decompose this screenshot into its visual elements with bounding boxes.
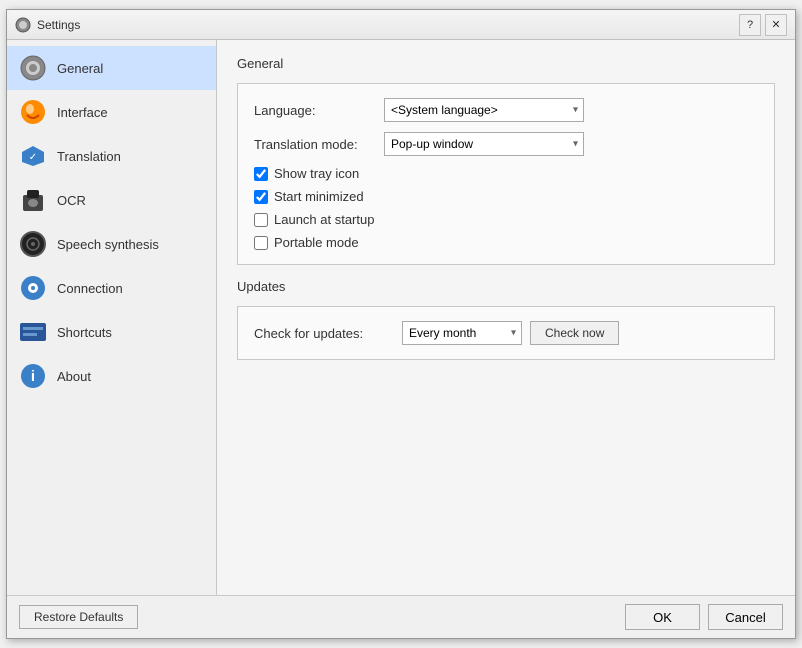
- window-controls: ? ✕: [739, 14, 787, 36]
- portable-mode-row: Portable mode: [254, 235, 758, 250]
- launch-at-startup-checkbox[interactable]: [254, 213, 268, 227]
- ok-button[interactable]: OK: [625, 604, 700, 630]
- portable-mode-label[interactable]: Portable mode: [274, 235, 359, 250]
- translation-mode-label: Translation mode:: [254, 137, 384, 152]
- close-button[interactable]: ✕: [765, 14, 787, 36]
- language-label: Language:: [254, 103, 384, 118]
- speech-icon: [19, 230, 47, 258]
- settings-window: Settings ? ✕ General: [6, 9, 796, 639]
- show-tray-icon-row: Show tray icon: [254, 166, 758, 181]
- svg-text:i: i: [31, 368, 35, 385]
- check-frequency-select[interactable]: Every month: [402, 321, 522, 345]
- cancel-button[interactable]: Cancel: [708, 604, 783, 630]
- translation-icon: ✓: [19, 142, 47, 170]
- help-button[interactable]: ?: [739, 14, 761, 36]
- sidebar-item-about[interactable]: i About: [7, 354, 216, 398]
- sidebar-item-ocr[interactable]: OCR: [7, 178, 216, 222]
- start-minimized-checkbox[interactable]: [254, 190, 268, 204]
- title-bar: Settings ? ✕: [7, 10, 795, 40]
- shortcuts-icon: [19, 318, 47, 346]
- start-minimized-label[interactable]: Start minimized: [274, 189, 364, 204]
- start-minimized-row: Start minimized: [254, 189, 758, 204]
- translation-mode-select-wrapper: Pop-up window: [384, 132, 584, 156]
- sidebar-label-speech: Speech synthesis: [57, 237, 159, 252]
- sidebar-label-interface: Interface: [57, 105, 108, 120]
- check-frequency-select-wrapper: Every month: [402, 321, 522, 345]
- content-area: General Interface ✓: [7, 40, 795, 595]
- restore-defaults-button[interactable]: Restore Defaults: [19, 605, 138, 629]
- portable-mode-checkbox[interactable]: [254, 236, 268, 250]
- interface-icon: [19, 98, 47, 126]
- sidebar-item-speech-synthesis[interactable]: Speech synthesis: [7, 222, 216, 266]
- check-for-updates-row: Check for updates: Every month Check now: [254, 321, 758, 345]
- connection-icon: [19, 274, 47, 302]
- check-now-button[interactable]: Check now: [530, 321, 619, 345]
- svg-text:✓: ✓: [29, 152, 37, 163]
- sidebar-label-general: General: [57, 61, 103, 76]
- sidebar-label-about: About: [57, 369, 91, 384]
- sidebar-item-connection[interactable]: Connection: [7, 266, 216, 310]
- updates-section-title: Updates: [237, 279, 775, 294]
- about-icon: i: [19, 362, 47, 390]
- translation-mode-select[interactable]: Pop-up window: [384, 132, 584, 156]
- sidebar-item-general[interactable]: General: [7, 46, 216, 90]
- launch-startup-row: Launch at startup: [254, 212, 758, 227]
- sidebar-label-ocr: OCR: [57, 193, 86, 208]
- sidebar-label-connection: Connection: [57, 281, 123, 296]
- show-tray-icon-label[interactable]: Show tray icon: [274, 166, 359, 181]
- general-section-title: General: [237, 56, 775, 71]
- language-select-wrapper: <System language>: [384, 98, 584, 122]
- general-icon: [19, 54, 47, 82]
- sidebar: General Interface ✓: [7, 40, 217, 595]
- sidebar-item-translation[interactable]: ✓ Translation: [7, 134, 216, 178]
- show-tray-icon-checkbox[interactable]: [254, 167, 268, 181]
- window-title: Settings: [37, 18, 739, 32]
- bottom-bar: Restore Defaults OK Cancel: [7, 595, 795, 638]
- language-row: Language: <System language>: [254, 98, 758, 122]
- translation-mode-row: Translation mode: Pop-up window: [254, 132, 758, 156]
- sidebar-item-shortcuts[interactable]: Shortcuts: [7, 310, 216, 354]
- check-for-updates-label: Check for updates:: [254, 326, 394, 341]
- ocr-icon: [19, 186, 47, 214]
- updates-section-box: Check for updates: Every month Check now: [237, 306, 775, 360]
- sidebar-label-translation: Translation: [57, 149, 121, 164]
- launch-startup-label[interactable]: Launch at startup: [274, 212, 374, 227]
- window-icon: [15, 17, 31, 33]
- sidebar-label-shortcuts: Shortcuts: [57, 325, 112, 340]
- bottom-right-buttons: OK Cancel: [625, 604, 783, 630]
- sidebar-item-interface[interactable]: Interface: [7, 90, 216, 134]
- main-content: General Language: <System language> Tran…: [217, 40, 795, 595]
- general-section-box: Language: <System language> Translation …: [237, 83, 775, 265]
- language-select[interactable]: <System language>: [384, 98, 584, 122]
